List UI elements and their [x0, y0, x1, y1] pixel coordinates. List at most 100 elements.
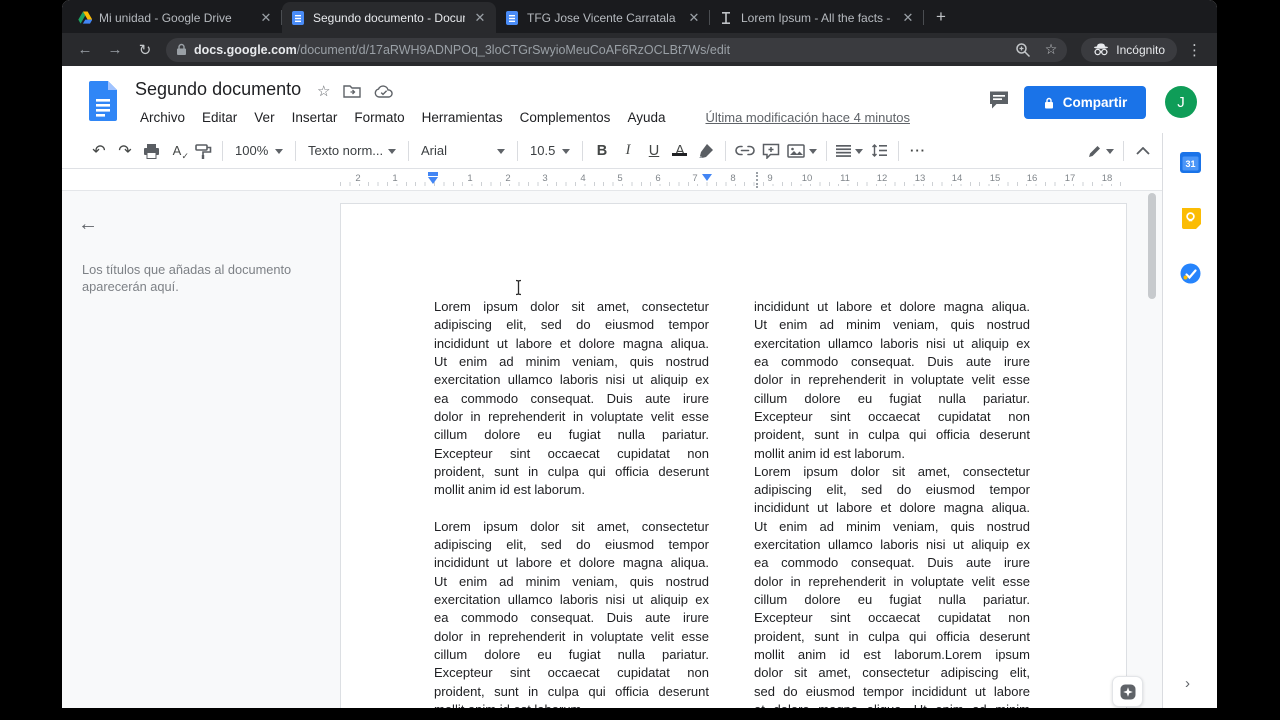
font-select[interactable]: Arial [415, 138, 511, 164]
first-line-indent-marker[interactable] [428, 172, 438, 176]
ruler-number: 8 [727, 173, 739, 184]
docs-icon [292, 10, 306, 25]
docs-toolbar: ↶ ↷ A ✓ 100% Texto norm... Arial 10.5 B … [62, 133, 1162, 169]
document-text-line: cillum dolore eu fugiat nulla pariatur. [434, 427, 709, 443]
paint-format-button[interactable] [190, 138, 216, 164]
paragraph-style-select[interactable]: Texto norm... [302, 138, 402, 164]
insert-link-button[interactable] [732, 138, 758, 164]
ruler-number: 6 [652, 173, 664, 184]
highlight-color-button[interactable] [693, 138, 719, 164]
browser-menu-icon[interactable]: ⋮ [1187, 41, 1203, 59]
forward-icon[interactable]: → [100, 41, 130, 58]
document-text-line: Excepteur sint occaecat cupidatat non [434, 445, 709, 461]
last-modified-link[interactable]: Última modificación hace 4 minutos [705, 110, 909, 125]
zoom-select[interactable]: 100% [229, 138, 289, 164]
calendar-icon[interactable]: 31 [1180, 152, 1201, 178]
back-icon[interactable]: ← [70, 41, 100, 58]
text-column-1: Lorem ipsum dolor sit amet, consectetur a… [434, 298, 709, 708]
docs-icon [506, 10, 520, 25]
document-text-line: ea commodo consequat. Duis aute irure [754, 555, 1030, 571]
svg-text:31: 31 [1185, 159, 1195, 169]
document-text-line: dolor in reprehenderit in voluptate veli… [434, 628, 709, 644]
document-text-line: proident, sunt in culpa qui officia dese… [754, 427, 1030, 443]
vertical-scrollbar[interactable] [1148, 193, 1156, 299]
menu-herramientas[interactable]: Herramientas [419, 108, 506, 127]
tab-close-icon[interactable]: ✕ [472, 10, 488, 26]
tab-close-icon[interactable]: ✕ [686, 10, 702, 26]
ruler-number: 5 [614, 173, 626, 184]
document-text-line: Lorem ipsum dolor sit amet, consectetur [434, 299, 709, 314]
bookmark-star-icon[interactable]: ☆ [1045, 41, 1058, 58]
menu-editar[interactable]: Editar [199, 108, 240, 127]
document-text-line: mollit anim id est laborum. [434, 482, 585, 498]
ruler-number: 16 [1023, 173, 1041, 184]
column-divider-marker[interactable] [756, 172, 758, 188]
spellcheck-button[interactable]: A ✓ [164, 138, 190, 164]
ruler-number: 12 [873, 173, 891, 184]
new-tab-button[interactable]: + [936, 7, 946, 27]
explore-button[interactable] [1112, 676, 1143, 707]
document-text-line: Ut enim ad minim veniam, quis nostrud [754, 518, 1030, 534]
bold-button[interactable]: B [589, 143, 615, 159]
document-text-line: incididunt ut labore et dolore magna ali… [434, 335, 709, 351]
document-text-line: adipiscing elit, sed do eiusmod tempor [434, 317, 709, 333]
more-options-button[interactable]: ··· [905, 138, 931, 164]
align-button[interactable] [833, 138, 866, 164]
url-text: docs.google.com/document/d/17aRWH9ADNPOq… [194, 42, 731, 57]
zoom-page-icon[interactable] [1015, 42, 1031, 58]
document-text-line: exercitation ullamco laboris nisi ut ali… [434, 592, 709, 607]
menu-bar: Archivo Editar Ver Insertar Formato Herramien… [137, 108, 910, 127]
left-indent-marker[interactable] [428, 177, 438, 189]
cloud-status-icon[interactable] [374, 84, 394, 99]
browser-tab-4[interactable]: Lorem Ipsum - All the facts - L ✕ [710, 2, 924, 33]
ruler-number: 10 [798, 173, 816, 184]
browser-window: Mi unidad - Google Drive ✕ Segundo documen… [62, 0, 1217, 708]
editing-mode-button[interactable] [1084, 138, 1117, 164]
favorite-star-icon[interactable]: ☆ [317, 82, 330, 100]
italic-button[interactable]: I [615, 142, 641, 159]
right-indent-marker[interactable] [702, 174, 712, 186]
line-spacing-button[interactable] [866, 138, 892, 164]
text-column-2: incididunt ut labore et dolore magna ali… [754, 298, 1030, 708]
docs-logo-icon[interactable] [88, 81, 119, 126]
text-cursor-pointer [513, 279, 524, 301]
account-avatar[interactable]: J [1165, 86, 1197, 118]
browser-tab-3[interactable]: TFG Jose Vicente Carratala - D ✕ [496, 2, 710, 33]
menu-complementos[interactable]: Complementos [517, 108, 614, 127]
document-text-line: dolor in reprehenderit in voluptate veli… [754, 372, 1030, 388]
comments-icon[interactable] [988, 90, 1010, 115]
redo-button[interactable]: ↷ [112, 138, 138, 164]
tasks-icon[interactable] [1180, 263, 1201, 289]
tab-close-icon[interactable]: ✕ [900, 10, 916, 26]
keep-icon[interactable] [1180, 208, 1201, 234]
tab-close-icon[interactable]: ✕ [258, 10, 274, 26]
reload-icon[interactable]: ↻ [130, 41, 160, 59]
document-text-line: adipiscing elit, sed do eiusmod tempor [754, 482, 1030, 498]
menu-ver[interactable]: Ver [251, 108, 277, 127]
font-size-select[interactable]: 10.5 [524, 138, 576, 164]
document-text-line: proident, sunt in culpa qui officia dese… [434, 463, 709, 479]
text-color-button[interactable]: A [667, 143, 693, 159]
menu-formato[interactable]: Formato [351, 108, 407, 127]
browser-tab-2[interactable]: Segundo documento - Docum ✕ [282, 2, 496, 33]
share-button[interactable]: Compartir [1024, 86, 1146, 119]
browser-tab-1[interactable]: Mi unidad - Google Drive ✕ [68, 2, 282, 33]
url-omnibox[interactable]: docs.google.com/document/d/17aRWH9ADNPOq… [166, 37, 1068, 62]
menu-insertar[interactable]: Insertar [289, 108, 341, 127]
menu-archivo[interactable]: Archivo [137, 108, 188, 127]
insert-image-button[interactable] [784, 138, 820, 164]
print-button[interactable] [138, 138, 164, 164]
outline-close-arrow[interactable]: ← [78, 213, 98, 236]
move-folder-icon[interactable] [343, 84, 362, 98]
document-text-line: incididunt ut labore et dolore magna ali… [754, 500, 1030, 516]
undo-button[interactable]: ↶ [86, 138, 112, 164]
ruler-number: 1 [464, 173, 476, 184]
collapse-toolbar-button[interactable] [1130, 138, 1156, 164]
hide-side-panel-icon[interactable]: › [1185, 675, 1190, 692]
underline-button[interactable]: U [641, 143, 667, 159]
menu-ayuda[interactable]: Ayuda [624, 108, 668, 127]
insert-comment-button[interactable] [758, 138, 784, 164]
document-title[interactable]: Segundo documento [135, 79, 301, 100]
document-page[interactable]: Lorem ipsum dolor sit amet, consectetur a… [340, 203, 1127, 708]
tab-title: Lorem Ipsum - All the facts - L [741, 10, 893, 25]
